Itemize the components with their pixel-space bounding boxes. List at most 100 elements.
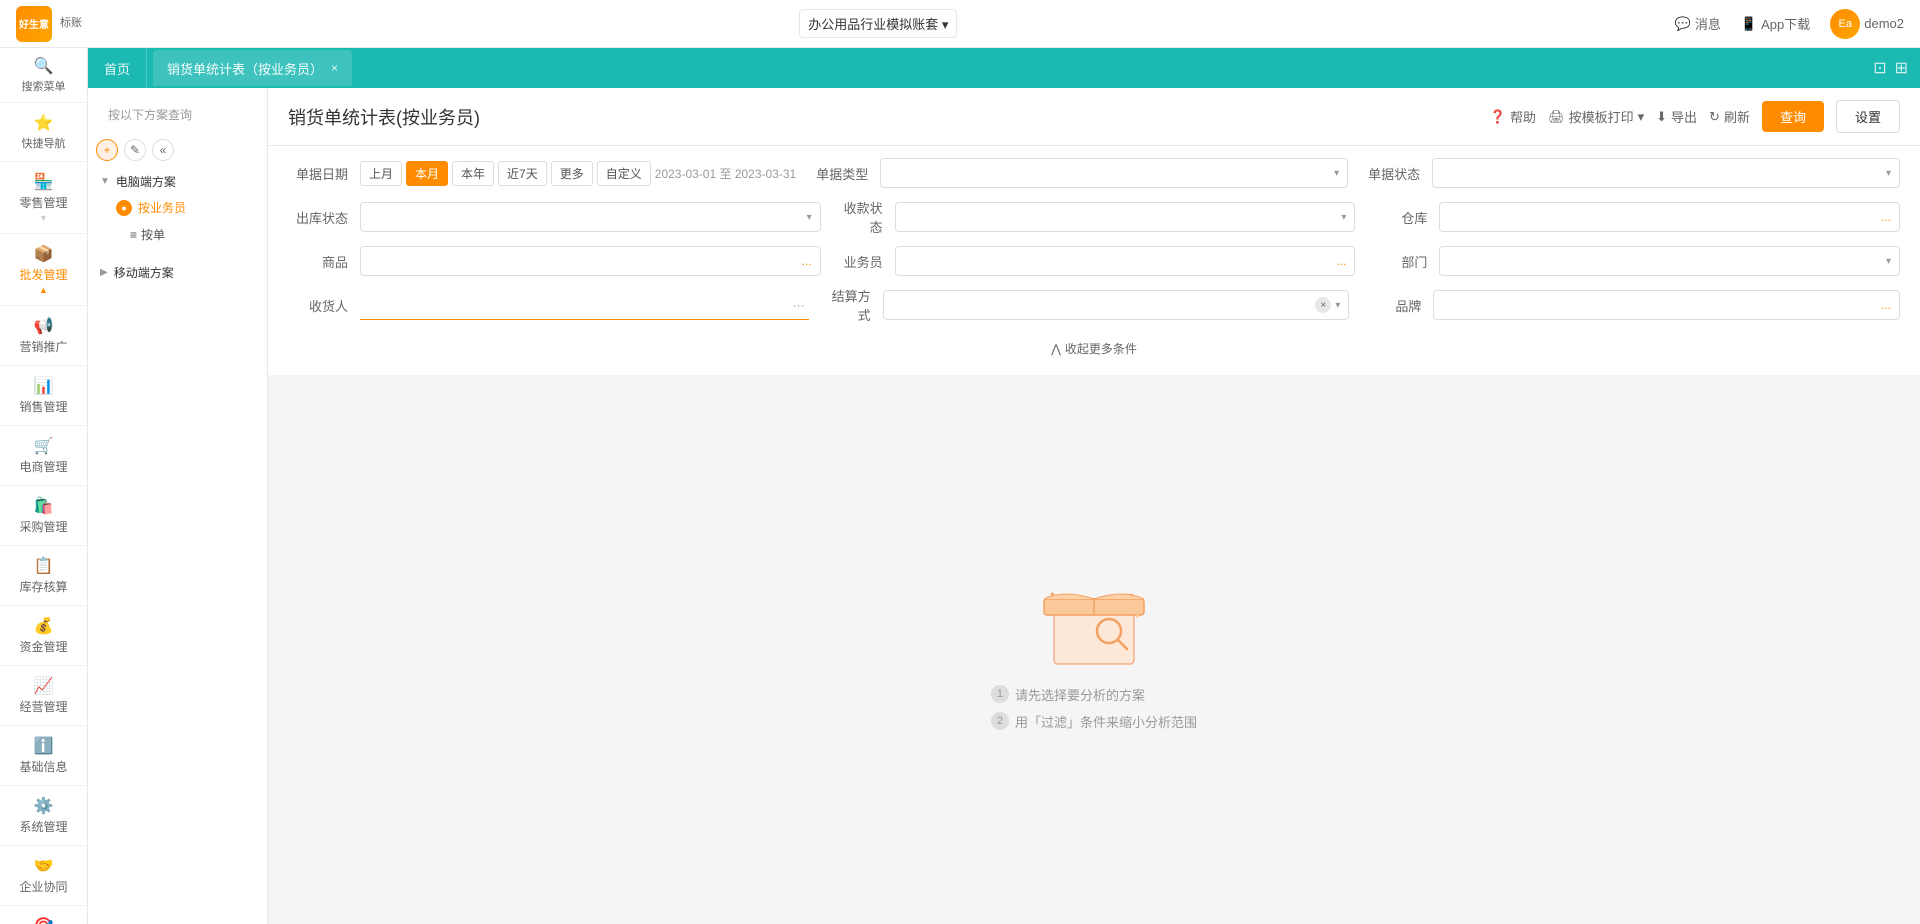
collapse-up-icon: ⋀ bbox=[1051, 342, 1061, 356]
page-header: 销货单统计表(按业务员) ❓ 帮助 🖨 按模板打印 ▾ bbox=[268, 88, 1920, 146]
filter-row-2: 出库状态 ▾ 收款状态 ▾ 仓库 ... bbox=[288, 198, 1900, 236]
newbie-icon: 🎯 bbox=[34, 916, 54, 924]
scheme-mobile-header[interactable]: ▶ 移动端方案 bbox=[88, 260, 267, 285]
page-title-row: 销货单统计表(按业务员) ❓ 帮助 🖨 按模板打印 ▾ bbox=[288, 100, 1900, 133]
tab-home[interactable]: 首页 bbox=[88, 48, 147, 88]
left-panel: 按以下方案查询 + ✎ « ▼ 电脑端方案 ● 按业务员 bbox=[88, 88, 268, 924]
template-print-link[interactable]: 🖨 按模板打印 ▾ bbox=[1548, 107, 1644, 126]
filter-row-1: 单据日期 上月 本月 本年 近7天 更多 自定义 2023-03-01 至 20… bbox=[288, 158, 1900, 188]
logo-area: 好生意 标账 bbox=[16, 6, 82, 42]
help-link[interactable]: ❓ 帮助 bbox=[1490, 107, 1536, 126]
refresh-link[interactable]: ↻ 刷新 bbox=[1709, 107, 1750, 126]
scheme-group-desktop: ▼ 电脑端方案 ● 按业务员 ≡ 按单 bbox=[88, 169, 267, 256]
collapse-scheme-btn[interactable]: « bbox=[152, 139, 174, 161]
receivestatus-label: 收款状态 bbox=[833, 198, 883, 236]
export-icon: ⬇ bbox=[1656, 109, 1667, 125]
date-btn-lastmonth[interactable]: 上月 bbox=[360, 161, 402, 186]
svg-text:✦: ✦ bbox=[1134, 612, 1141, 621]
refresh-icon: ↻ bbox=[1709, 109, 1720, 125]
user-avatar-btn[interactable]: Ea demo2 bbox=[1830, 9, 1904, 39]
system-icon: ⚙️ bbox=[34, 796, 54, 816]
docstatus-select[interactable]: ▾ bbox=[1432, 158, 1900, 188]
top-header: 好生意 标账 办公用品行业模拟账套 ▾ 💬 消息 📱 App下载 Ea demo… bbox=[0, 0, 1920, 48]
consignee-input[interactable] bbox=[360, 290, 809, 320]
edit-scheme-btn[interactable]: ✎ bbox=[124, 139, 146, 161]
payment-clear-btn[interactable]: × bbox=[1315, 297, 1331, 313]
tab-close-btn[interactable]: × bbox=[331, 61, 338, 75]
sidebar-item-enterprise[interactable]: 🤝 企业协同 bbox=[0, 846, 87, 906]
app-selector-dropdown[interactable]: 办公用品行业模拟账套 ▾ bbox=[799, 9, 957, 38]
brand-select[interactable]: ... bbox=[1433, 290, 1900, 320]
tab-maximize-btn[interactable]: ⊞ bbox=[1895, 58, 1908, 78]
page-content: 按以下方案查询 + ✎ « ▼ 电脑端方案 ● 按业务员 bbox=[88, 88, 1920, 924]
docstatus-label: 单据状态 bbox=[1360, 164, 1420, 183]
print-dropdown-icon: ▾ bbox=[1638, 109, 1645, 125]
header-right: 💬 消息 📱 App下载 Ea demo2 bbox=[1675, 9, 1904, 39]
sidebar-item-retail[interactable]: 🏪 零售管理 ▼ bbox=[0, 162, 87, 234]
add-scheme-btn[interactable]: + bbox=[96, 139, 118, 161]
help-icon: ❓ bbox=[1490, 109, 1506, 125]
salesman-select[interactable]: ... bbox=[895, 246, 1356, 276]
warehouse-select[interactable]: ... bbox=[1439, 202, 1900, 232]
empty-msg-1: 1 请先选择要分析的方案 bbox=[991, 685, 1197, 704]
wholesale-icon: 📦 bbox=[34, 244, 54, 264]
sidebar-item-search[interactable]: 🔍 搜索菜单 bbox=[0, 48, 87, 103]
tab-bar: 首页 销货单统计表（按业务员） × ⊡ ⊞ bbox=[88, 48, 1920, 88]
tab-restore-btn[interactable]: ⊡ bbox=[1873, 58, 1886, 78]
sidebar-item-newbie[interactable]: 🎯 新手引导 bbox=[0, 906, 87, 924]
department-select[interactable]: ▾ bbox=[1439, 246, 1900, 276]
date-btn-thisyear[interactable]: 本年 bbox=[452, 161, 494, 186]
filter-area: 单据日期 上月 本月 本年 近7天 更多 自定义 2023-03-01 至 20… bbox=[268, 146, 1920, 375]
message-icon: 💬 bbox=[1675, 16, 1691, 32]
doctype-select[interactable]: ▾ bbox=[880, 158, 1348, 188]
star-icon: ⭐ bbox=[34, 113, 54, 133]
brand-label: 品牌 bbox=[1361, 296, 1421, 315]
message-btn[interactable]: 💬 消息 bbox=[1675, 14, 1721, 33]
sidebar-item-wholesale[interactable]: 📦 批发管理 ▲ bbox=[0, 234, 87, 306]
export-link[interactable]: ⬇ 导出 bbox=[1656, 107, 1697, 126]
outstatus-select[interactable]: ▾ bbox=[360, 202, 821, 232]
query-btn[interactable]: 查询 bbox=[1762, 101, 1824, 132]
receivestatus-chevron-icon: ▾ bbox=[1341, 212, 1346, 223]
goods-label: 商品 bbox=[288, 252, 348, 271]
sidebar-item-system[interactable]: ⚙️ 系统管理 bbox=[0, 786, 87, 846]
sidebar-item-inventory[interactable]: 📋 库存核算 bbox=[0, 546, 87, 606]
purchase-icon: 🛍️ bbox=[34, 496, 54, 516]
date-btn-7days[interactable]: 近7天 bbox=[498, 161, 547, 186]
scheme-desktop-header[interactable]: ▼ 电脑端方案 bbox=[88, 169, 267, 194]
retail-icon: 🏪 bbox=[34, 172, 54, 192]
msg-num-2: 2 bbox=[991, 712, 1009, 730]
order-icon: ≡ bbox=[130, 228, 137, 242]
settings-btn[interactable]: 设置 bbox=[1836, 100, 1900, 133]
app-logo-icon: 好生意 bbox=[16, 6, 52, 42]
payment-label: 结算方式 bbox=[821, 286, 871, 324]
date-btn-thismonth[interactable]: 本月 bbox=[406, 161, 448, 186]
collapse-btn[interactable]: ⋀ 收起更多条件 bbox=[288, 334, 1900, 363]
operations-icon: 📈 bbox=[34, 676, 54, 696]
right-panel: 销货单统计表(按业务员) ❓ 帮助 🖨 按模板打印 ▾ bbox=[268, 88, 1920, 924]
payment-select[interactable]: × ▾ bbox=[883, 290, 1350, 320]
sidebar-item-finance[interactable]: 💰 资金管理 bbox=[0, 606, 87, 666]
sidebar-item-basicinfo[interactable]: ℹ️ 基础信息 bbox=[0, 726, 87, 786]
scheme-item-bysalesman[interactable]: ● 按业务员 bbox=[88, 194, 267, 221]
consignee-more-icon[interactable]: ··· bbox=[793, 298, 805, 312]
date-btn-more[interactable]: 更多 bbox=[551, 161, 593, 186]
active-dot-icon: ● bbox=[116, 200, 132, 216]
sidebar-item-ecommerce[interactable]: 🛒 电商管理 bbox=[0, 426, 87, 486]
left-panel-actions: + ✎ « bbox=[88, 139, 267, 169]
receivestatus-select[interactable]: ▾ bbox=[895, 202, 1356, 232]
desktop-arrow-icon: ▼ bbox=[100, 176, 110, 187]
scheme-item-byorder[interactable]: ≡ 按单 bbox=[88, 221, 267, 248]
goods-select[interactable]: ... bbox=[360, 246, 821, 276]
page-header-actions: ❓ 帮助 🖨 按模板打印 ▾ ⬇ 导出 bbox=[1490, 100, 1900, 133]
app-download-btn[interactable]: 📱 App下载 bbox=[1741, 14, 1810, 33]
date-btn-custom[interactable]: 自定义 bbox=[597, 161, 651, 186]
tab-current[interactable]: 销货单统计表（按业务员） × bbox=[153, 50, 352, 86]
sidebar-item-operations[interactable]: 📈 经营管理 bbox=[0, 666, 87, 726]
sidebar-item-purchase[interactable]: 🛍️ 采购管理 bbox=[0, 486, 87, 546]
department-label: 部门 bbox=[1367, 252, 1427, 271]
sidebar-item-marketing[interactable]: 📢 营销推广 bbox=[0, 306, 87, 366]
sidebar-item-sales[interactable]: 📊 销售管理 bbox=[0, 366, 87, 426]
sidebar-item-quicknav[interactable]: ⭐ 快捷导航 bbox=[0, 103, 87, 162]
sidebar: 🔍 搜索菜单 ⭐ 快捷导航 🏪 零售管理 ▼ 📦 批发管理 ▲ 📢 营销推广 📊… bbox=[0, 48, 88, 924]
